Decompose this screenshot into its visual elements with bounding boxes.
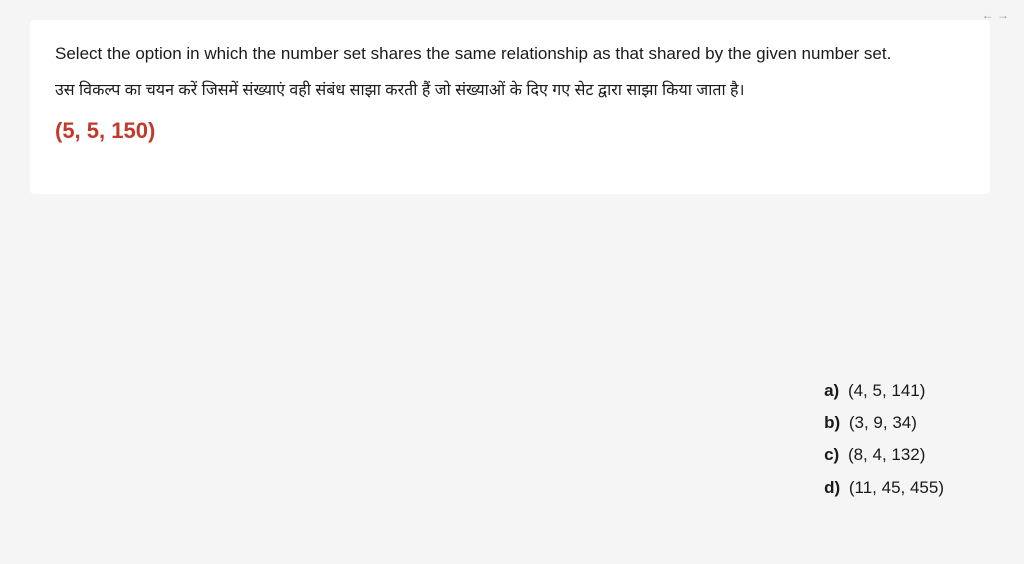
page-container: ← → Select the option in which the numbe… <box>0 0 1024 564</box>
option-c-value: (8, 4, 132) <box>848 445 926 464</box>
option-b-value: (3, 9, 34) <box>849 413 917 432</box>
option-a-label: a) <box>824 381 839 400</box>
option-c-label: c) <box>824 445 839 464</box>
question-text-hindi: उस विकल्प का चयन करें जिसमें संख्याएं वह… <box>55 77 965 104</box>
option-c[interactable]: c) (8, 4, 132) <box>824 439 944 471</box>
option-d-value: (11, 45, 455) <box>849 478 944 497</box>
option-b[interactable]: b) (3, 9, 34) <box>824 407 944 439</box>
question-text-english: Select the option in which the number se… <box>55 40 965 67</box>
question-block: Select the option in which the number se… <box>30 20 990 194</box>
corner-nav: ← → <box>982 8 1009 22</box>
option-d[interactable]: d) (11, 45, 455) <box>824 472 944 504</box>
given-set: (5, 5, 150) <box>55 118 965 144</box>
options-block: a) (4, 5, 141) b) (3, 9, 34) c) (8, 4, 1… <box>824 375 944 504</box>
option-a-value: (4, 5, 141) <box>848 381 926 400</box>
option-a[interactable]: a) (4, 5, 141) <box>824 375 944 407</box>
option-b-label: b) <box>824 413 840 432</box>
option-d-label: d) <box>824 478 840 497</box>
